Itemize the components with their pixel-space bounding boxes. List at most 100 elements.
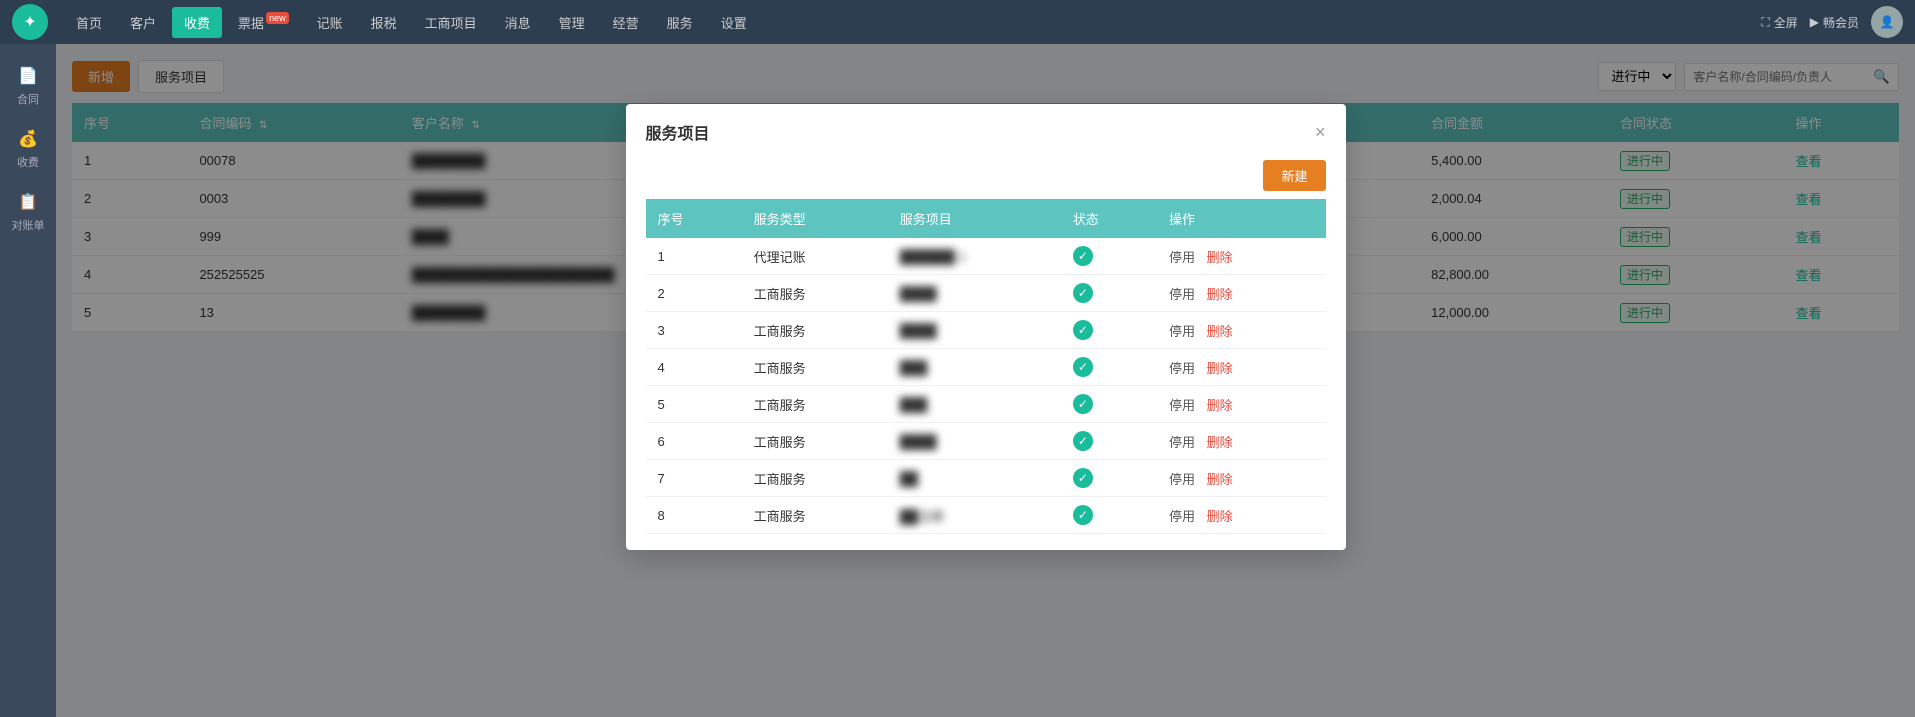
delete-button[interactable]: 删除	[1207, 435, 1233, 450]
modal-cell-actions: 停用 删除	[1157, 238, 1325, 275]
avatar[interactable]: 👤	[1871, 6, 1903, 38]
modal-table-body: 1 代理记账 ██████ 1 ✓ 停用 删除 2 工商服务 ████ ✓ 停用…	[646, 238, 1326, 534]
sidebar-item-reconcile-label: 对账单	[12, 217, 45, 233]
stop-button[interactable]: 停用	[1169, 435, 1195, 450]
status-check-icon: ✓	[1073, 246, 1093, 266]
modal-overlay: 服务项目 × 新建 序号 服务类型 服务项目 状态 操作 1 代理记账	[56, 44, 1915, 717]
delete-button[interactable]: 删除	[1207, 250, 1233, 265]
modal-table-row: 2 工商服务 ████ ✓ 停用 删除	[646, 275, 1326, 312]
member-button[interactable]: ▶ 畅会员	[1810, 14, 1859, 31]
modal-new-button[interactable]: 新建	[1263, 160, 1325, 191]
stop-button[interactable]: 停用	[1169, 287, 1195, 302]
service-item-modal: 服务项目 × 新建 序号 服务类型 服务项目 状态 操作 1 代理记账	[626, 104, 1346, 550]
modal-table-row: 5 工商服务 ███ ✓ 停用 删除	[646, 386, 1326, 423]
modal-cell-item: ██████ 1	[888, 238, 1061, 275]
member-icon: ▶	[1810, 15, 1819, 29]
modal-cell-status: ✓	[1061, 423, 1157, 460]
modal-cell-no: 6	[646, 423, 742, 460]
fullscreen-button[interactable]: ⛶ 全屏	[1761, 14, 1797, 31]
modal-cell-type: 代理记账	[742, 238, 888, 275]
modal-cell-type: 工商服务	[742, 423, 888, 460]
sidebar-item-contract[interactable]: 📄 合同	[2, 56, 54, 115]
sidebar-item-contract-label: 合同	[17, 91, 39, 107]
nav-invoice[interactable]: 票据new	[226, 7, 301, 38]
fullscreen-icon: ⛶	[1761, 15, 1769, 30]
modal-cell-status: ✓	[1061, 238, 1157, 275]
delete-button[interactable]: 删除	[1207, 287, 1233, 302]
nav-client[interactable]: 客户	[118, 7, 168, 38]
modal-table-header-row: 序号 服务类型 服务项目 状态 操作	[646, 199, 1326, 238]
delete-button[interactable]: 删除	[1207, 398, 1233, 413]
delete-button[interactable]: 删除	[1207, 472, 1233, 487]
modal-col-no: 序号	[646, 199, 742, 238]
modal-cell-status: ✓	[1061, 460, 1157, 497]
modal-cell-actions: 停用 删除	[1157, 460, 1325, 497]
modal-cell-actions: 停用 删除	[1157, 275, 1325, 312]
nav-account[interactable]: 记账	[305, 7, 355, 38]
delete-button[interactable]: 删除	[1207, 509, 1233, 524]
delete-button[interactable]: 删除	[1207, 324, 1233, 339]
fee-icon: 💰	[16, 127, 40, 151]
modal-cell-no: 2	[646, 275, 742, 312]
nav-items: 首页 客户 收费 票据new 记账 报税 工商项目 消息 管理 经营 服务 设置	[64, 7, 1761, 38]
modal-cell-status: ✓	[1061, 275, 1157, 312]
modal-cell-actions: 停用 删除	[1157, 423, 1325, 460]
modal-col-type: 服务类型	[742, 199, 888, 238]
modal-cell-type: 工商服务	[742, 460, 888, 497]
stop-button[interactable]: 停用	[1169, 472, 1195, 487]
nav-service[interactable]: 服务	[655, 7, 705, 38]
stop-button[interactable]: 停用	[1169, 250, 1195, 265]
stop-button[interactable]: 停用	[1169, 509, 1195, 524]
status-check-icon: ✓	[1073, 283, 1093, 303]
nav-message[interactable]: 消息	[493, 7, 543, 38]
modal-col-status: 状态	[1061, 199, 1157, 238]
modal-cell-type: 工商服务	[742, 497, 888, 534]
modal-cell-item: ███	[888, 386, 1061, 423]
nav-operation[interactable]: 经营	[601, 7, 651, 38]
modal-col-actions: 操作	[1157, 199, 1325, 238]
modal-cell-type: 工商服务	[742, 386, 888, 423]
sidebar-item-reconcile[interactable]: 📋 对账单	[2, 182, 54, 241]
nav-fee[interactable]: 收费	[172, 7, 222, 38]
nav-commerce[interactable]: 工商项目	[413, 7, 489, 38]
status-check-icon: ✓	[1073, 394, 1093, 414]
modal-table-row: 6 工商服务 ████ ✓ 停用 删除	[646, 423, 1326, 460]
modal-close-button[interactable]: ×	[1315, 123, 1326, 141]
modal-cell-type: 工商服务	[742, 312, 888, 349]
stop-button[interactable]: 停用	[1169, 324, 1195, 339]
nav-tax[interactable]: 报税	[359, 7, 409, 38]
modal-cell-actions: 停用 删除	[1157, 386, 1325, 423]
status-check-icon: ✓	[1073, 320, 1093, 340]
reconcile-icon: 📋	[16, 190, 40, 214]
stop-button[interactable]: 停用	[1169, 398, 1195, 413]
modal-cell-actions: 停用 删除	[1157, 349, 1325, 386]
nav-settings[interactable]: 设置	[709, 7, 759, 38]
nav-right: ⛶ 全屏 ▶ 畅会员 👤	[1761, 6, 1903, 38]
sidebar-item-fee-label: 收费	[17, 154, 39, 170]
modal-cell-item: ████	[888, 312, 1061, 349]
modal-table: 序号 服务类型 服务项目 状态 操作 1 代理记账 ██████ 1 ✓ 停用 …	[646, 199, 1326, 534]
stop-button[interactable]: 停用	[1169, 361, 1195, 376]
modal-cell-item: ████	[888, 423, 1061, 460]
nav-manage[interactable]: 管理	[547, 7, 597, 38]
modal-table-row: 4 工商服务 ███ ✓ 停用 删除	[646, 349, 1326, 386]
modal-cell-status: ✓	[1061, 497, 1157, 534]
modal-cell-item: ██注册	[888, 497, 1061, 534]
modal-cell-status: ✓	[1061, 349, 1157, 386]
modal-toolbar: 新建	[626, 152, 1346, 199]
status-check-icon: ✓	[1073, 431, 1093, 451]
modal-title: 服务项目	[646, 120, 710, 144]
contract-icon: 📄	[16, 64, 40, 88]
status-check-icon: ✓	[1073, 505, 1093, 525]
modal-table-wrap[interactable]: 序号 服务类型 服务项目 状态 操作 1 代理记账 ██████ 1 ✓ 停用 …	[626, 199, 1346, 550]
modal-table-row: 1 代理记账 ██████ 1 ✓ 停用 删除	[646, 238, 1326, 275]
status-check-icon: ✓	[1073, 468, 1093, 488]
modal-header: 服务项目 ×	[626, 104, 1346, 152]
sidebar-item-fee[interactable]: 💰 收费	[2, 119, 54, 178]
modal-cell-actions: 停用 删除	[1157, 312, 1325, 349]
delete-button[interactable]: 删除	[1207, 361, 1233, 376]
member-label: 畅会员	[1823, 14, 1859, 31]
nav-home[interactable]: 首页	[64, 7, 114, 38]
modal-cell-status: ✓	[1061, 386, 1157, 423]
modal-table-row: 3 工商服务 ████ ✓ 停用 删除	[646, 312, 1326, 349]
